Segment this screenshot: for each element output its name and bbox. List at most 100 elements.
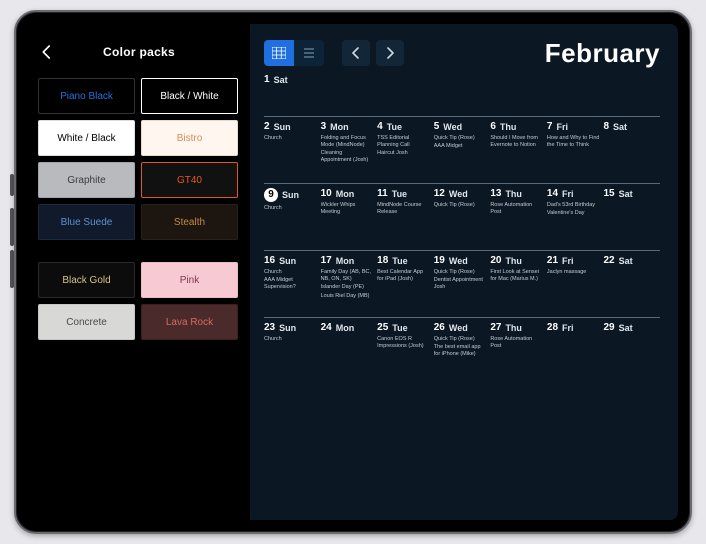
pack-label: Graphite (67, 175, 105, 186)
day-cell[interactable]: 5WedQuick Tip (Rose)AAA Midget (434, 117, 491, 183)
event-item[interactable]: Best Calendar App for iPad (Josh) (377, 269, 430, 283)
list-icon (303, 47, 315, 59)
event-item[interactable]: Louis Riel Day (MB) (321, 293, 374, 300)
day-cell[interactable]: 8Sat (603, 117, 660, 183)
day-cell[interactable]: 6ThuShould I Move from Evernote to Notio… (490, 117, 547, 183)
color-pack-black-white[interactable]: Black / White (141, 78, 238, 114)
day-cell[interactable]: 2SunChurch (264, 117, 321, 183)
day-cell[interactable]: 23SunChurch (264, 318, 321, 384)
day-cell[interactable]: 28Fri (547, 318, 604, 384)
day-name: Wed (449, 323, 468, 333)
week-row-first: 1 Sat (264, 70, 660, 104)
event-item[interactable]: Church (264, 205, 317, 212)
event-list: Folding and Focus Mode (MindNode)Cleanin… (321, 135, 374, 164)
event-item[interactable]: First Look at Sensei for Mac (Marius M.) (490, 269, 543, 283)
day-cell[interactable]: 13ThuRose Automation Post (490, 184, 547, 250)
back-button[interactable] (38, 43, 56, 61)
event-list: Wickler Whips Meeting (321, 202, 374, 216)
view-list-button[interactable] (294, 40, 324, 66)
event-item[interactable]: Canon EOS R Impressions (Josh) (377, 336, 430, 350)
day-name: Wed (443, 122, 462, 132)
color-pack-black-gold[interactable]: Black Gold (38, 262, 135, 298)
day-name: Sat (619, 256, 633, 266)
day-number: 15 (603, 188, 614, 199)
color-pack-piano-black[interactable]: Piano Black (38, 78, 135, 114)
event-item[interactable]: Folding and Focus Mode (MindNode) (321, 135, 374, 149)
event-item[interactable]: Church (264, 269, 317, 276)
day-number: 19 (434, 255, 445, 266)
day-cell[interactable]: 4TueTSS Editorial Planning CallHaircut J… (377, 117, 434, 183)
day-cell[interactable]: 14FriDad's 53rd BirthdayValentine's Day (547, 184, 604, 250)
event-list: MindNode Course Release (377, 202, 430, 216)
day-cell[interactable]: 20ThuFirst Look at Sensei for Mac (Mariu… (490, 251, 547, 317)
day-cell[interactable]: 11TueMindNode Course Release (377, 184, 434, 250)
day-cell[interactable]: 26WedQuick Tip (Rose)The best email app … (434, 318, 491, 384)
event-item[interactable]: Church (264, 336, 317, 343)
chevron-left-icon (351, 47, 361, 59)
event-item[interactable]: Quick Tip (Rose) (434, 202, 487, 209)
color-pack-pink[interactable]: Pink (141, 262, 238, 298)
event-list: Family Day (AB, BC, NB, ON, SK)Islander … (321, 269, 374, 300)
event-item[interactable]: Rose Automation Post (490, 202, 543, 216)
event-item[interactable]: How and Why to Find the Time to Think (547, 135, 600, 149)
day-cell[interactable]: 9SunChurch (264, 184, 321, 250)
day-cell[interactable]: 17MonFamily Day (AB, BC, NB, ON, SK)Isla… (321, 251, 378, 317)
event-list: TSS Editorial Planning CallHaircut Josh (377, 135, 430, 157)
day-cell[interactable]: 7FriHow and Why to Find the Time to Thin… (547, 117, 604, 183)
event-list: Church (264, 205, 317, 212)
event-item[interactable]: Family Day (AB, BC, NB, ON, SK) (321, 269, 374, 283)
day-cell[interactable]: 29Sat (603, 318, 660, 384)
day-cell[interactable]: 22Sat (603, 251, 660, 317)
event-item[interactable]: Should I Move from Evernote to Notion (490, 135, 543, 149)
color-pack-concrete[interactable]: Concrete (38, 304, 135, 340)
event-item[interactable]: Dad's 53rd Birthday (547, 202, 600, 209)
pack-group-2: Black Gold Pink ConcreteLava Rock (38, 262, 240, 340)
day-cell[interactable]: 15Sat (603, 184, 660, 250)
day-cell[interactable]: 24Mon (321, 318, 378, 384)
color-pack-gt40[interactable]: GT40 (141, 162, 238, 198)
event-item[interactable]: AAA Midget Supervision? (264, 277, 317, 291)
event-item[interactable]: AAA Midget (434, 143, 487, 150)
day-cell[interactable]: 16SunChurchAAA Midget Supervision? (264, 251, 321, 317)
event-item[interactable]: Dentist Appointment Josh (434, 277, 487, 291)
pack-label: Pink (180, 275, 199, 286)
day-cell[interactable]: 10MonWickler Whips Meeting (321, 184, 378, 250)
day-cell[interactable]: 19WedQuick Tip (Rose)Dentist Appointment… (434, 251, 491, 317)
day-cell[interactable]: 21FriJaclyn massage (547, 251, 604, 317)
day-cell[interactable]: 18TueBest Calendar App for iPad (Josh) (377, 251, 434, 317)
event-item[interactable]: Valentine's Day (547, 210, 600, 217)
day-name: Sun (274, 122, 291, 132)
week-row: 9SunChurch10MonWickler Whips Meeting11Tu… (264, 183, 660, 250)
event-item[interactable]: Islander Day (PE) (321, 284, 374, 291)
event-item[interactable]: Church (264, 135, 317, 142)
event-item[interactable]: The best email app for iPhone (Mike) (434, 344, 487, 358)
color-pack-lava-rock[interactable]: Lava Rock (141, 304, 238, 340)
day-cell[interactable]: 3MonFolding and Focus Mode (MindNode)Cle… (321, 117, 378, 183)
view-month-button[interactable] (264, 40, 294, 66)
day-name: Mon (336, 323, 355, 333)
color-pack-white-black[interactable]: White / Black (38, 120, 135, 156)
day-cell[interactable]: 25TueCanon EOS R Impressions (Josh) (377, 318, 434, 384)
event-item[interactable]: Quick Tip (Rose) (434, 269, 487, 276)
day-name: Sun (282, 190, 299, 200)
day-number: 1 (264, 74, 270, 85)
pack-group-1: Piano BlackBlack / WhiteWhite / BlackBis… (38, 78, 240, 240)
color-pack-stealth[interactable]: Stealth (141, 204, 238, 240)
event-item[interactable]: Cleaning Appointment (Josh) (321, 150, 374, 164)
next-month-button[interactable] (376, 40, 404, 66)
color-pack-graphite[interactable]: Graphite (38, 162, 135, 198)
event-item[interactable]: MindNode Course Release (377, 202, 430, 216)
day-cell[interactable]: 12WedQuick Tip (Rose) (434, 184, 491, 250)
event-item[interactable]: Jaclyn massage (547, 269, 600, 276)
event-item[interactable]: Quick Tip (Rose) (434, 135, 487, 142)
event-item[interactable]: Rose Automation Post (490, 336, 543, 350)
event-item[interactable]: Quick Tip (Rose) (434, 336, 487, 343)
color-pack-bistro[interactable]: Bistro (141, 120, 238, 156)
event-item[interactable]: Haircut Josh (377, 150, 430, 157)
event-item[interactable]: TSS Editorial Planning Call (377, 135, 430, 149)
day-cell[interactable]: 27ThuRose Automation Post (490, 318, 547, 384)
color-pack-blue-suede[interactable]: Blue Suede (38, 204, 135, 240)
event-item[interactable]: Wickler Whips Meeting (321, 202, 374, 216)
view-toggle (264, 40, 324, 66)
prev-month-button[interactable] (342, 40, 370, 66)
